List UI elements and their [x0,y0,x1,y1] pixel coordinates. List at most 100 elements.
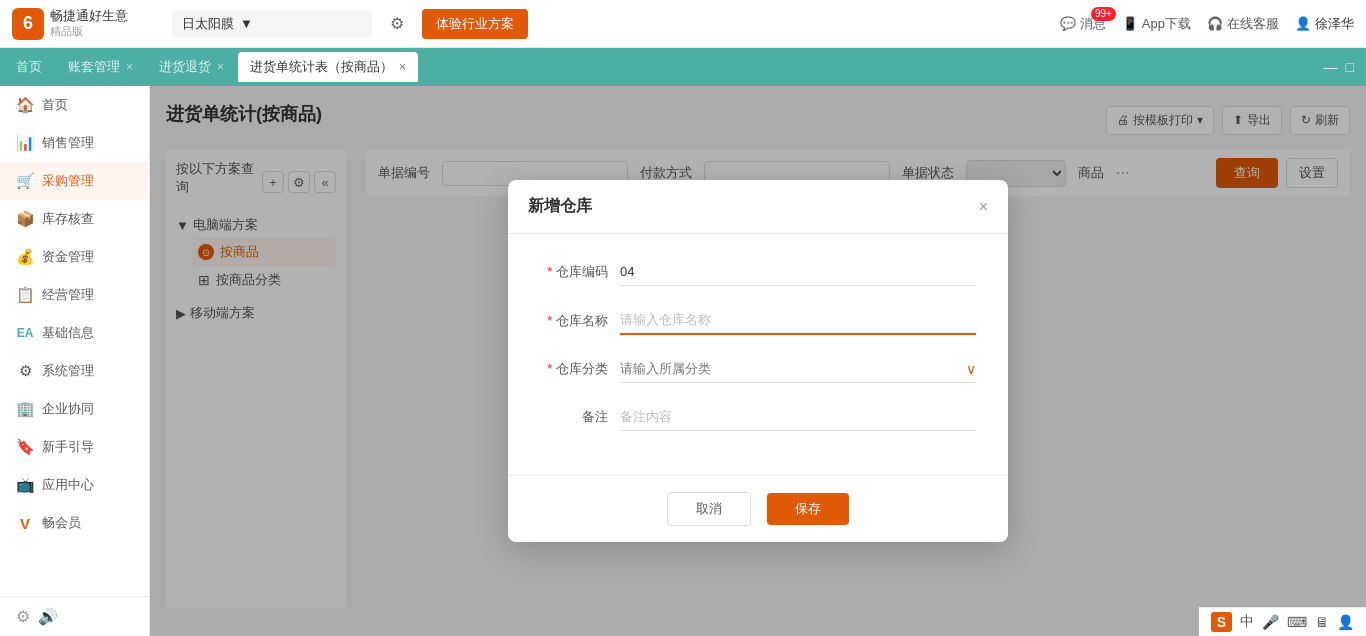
app-download-button[interactable]: 📱 App下载 [1122,15,1191,33]
trial-button[interactable]: 体验行业方案 [422,9,528,39]
tab-purchase-return-close-icon[interactable]: × [217,60,224,74]
modal-title: 新增仓库 [528,196,592,217]
tab-purchase-stats-label: 进货单统计表（按商品） [250,58,393,76]
purchase-icon: 🛒 [16,172,34,190]
tab-purchase-return[interactable]: 进货退货 × [147,52,236,82]
tab-account[interactable]: 账套管理 × [56,52,145,82]
tab-controls: — □ [1324,59,1362,75]
search-text: 日太阳膜 [182,15,234,33]
user-bottom-icon[interactable]: 👤 [1337,614,1354,630]
code-label: 仓库编码 [540,263,620,281]
sidebar-item-home-label: 首页 [42,96,68,114]
sidebar-item-enterprise-label: 企业协同 [42,400,94,418]
sidebar-item-guide-label: 新手引导 [42,438,94,456]
category-select-wrap: ∨ [620,355,976,383]
form-row-name: 仓库名称 [540,306,976,335]
modal-footer: 取消 保存 [508,475,1008,542]
sidebar-item-sales[interactable]: 📊 销售管理 [0,124,149,162]
category-dropdown-icon[interactable]: ∨ [966,361,976,377]
modal-close-button[interactable]: × [979,198,988,216]
search-arrow-icon: ▼ [240,16,253,31]
sidebar-item-system-label: 系统管理 [42,362,94,380]
logo-area: 6 畅捷通好生意 精品版 [12,8,162,40]
save-button[interactable]: 保存 [767,493,849,525]
system-icon: ⚙ [16,362,34,380]
cancel-button[interactable]: 取消 [667,492,751,526]
logo-subtitle: 精品版 [50,24,128,39]
display-icon[interactable]: 🖥 [1315,614,1329,630]
sidebar-item-finance[interactable]: 💰 资金管理 [0,238,149,276]
tab-home-label: 首页 [16,58,42,76]
tab-account-label: 账套管理 [68,58,120,76]
message-badge: 99+ [1091,7,1116,21]
keyboard-icon[interactable]: ⌨ [1287,614,1307,630]
header-center: 日太阳膜 ▼ ⚙ 体验行业方案 [162,9,1060,39]
tab-purchase-stats[interactable]: 进货单统计表（按商品） × [238,52,418,82]
name-input[interactable] [620,306,976,335]
sidebar-item-guide[interactable]: 🔖 新手引导 [0,428,149,466]
sidebar-item-app-center[interactable]: 📺 应用中心 [0,466,149,504]
sales-icon: 📊 [16,134,34,152]
tab-account-close-icon[interactable]: × [126,60,133,74]
message-icon: 💬 [1060,16,1076,31]
form-row-remark: 备注 [540,403,976,431]
logo-icon: 6 [12,8,44,40]
category-input[interactable] [620,355,966,382]
basic-icon: EA [16,326,34,340]
operation-icon: 📋 [16,286,34,304]
form-row-code: 仓库编码 [540,258,976,286]
service-button[interactable]: 🎧 在线客服 [1207,15,1279,33]
user-avatar-icon: 👤 [1295,16,1311,31]
inventory-icon: 📦 [16,210,34,228]
sidebar-item-member[interactable]: V 畅会员 [0,504,149,542]
form-row-category: 仓库分类 ∨ [540,355,976,383]
app-label: App下载 [1142,15,1191,33]
content-area: 进货单统计(按商品) 🖨 按模板打印 ▾ ⬆ 导出 ↻ 刷新 [150,86,1366,636]
category-label: 仓库分类 [540,360,620,378]
gear-button[interactable]: ⚙ [382,9,412,39]
logo-title: 畅捷通好生意 [50,8,128,25]
sidebar-item-operation[interactable]: 📋 经营管理 [0,276,149,314]
sidebar-item-basic-label: 基础信息 [42,324,94,342]
volume-icon[interactable]: 🔊 [38,607,58,626]
bottom-logo: S [1211,612,1232,632]
enterprise-icon: 🏢 [16,400,34,418]
tab-purchase-return-label: 进货退货 [159,58,211,76]
sidebar-item-operation-label: 经营管理 [42,286,94,304]
service-label: 在线客服 [1227,15,1279,33]
sidebar-item-app-center-label: 应用中心 [42,476,94,494]
sidebar-item-home[interactable]: 🏠 首页 [0,86,149,124]
chinese-input-icon[interactable]: 中 [1240,613,1254,631]
finance-icon: 💰 [16,248,34,266]
sidebar-item-basic[interactable]: EA 基础信息 [0,314,149,352]
home-icon: 🏠 [16,96,34,114]
sidebar-item-sales-label: 销售管理 [42,134,94,152]
minimize-button[interactable]: — [1324,59,1338,75]
code-input[interactable] [620,258,976,286]
top-header: 6 畅捷通好生意 精品版 日太阳膜 ▼ ⚙ 体验行业方案 💬 消息 99+ 📱 … [0,0,1366,48]
sidebar-item-member-label: 畅会员 [42,514,81,532]
gear-icon: ⚙ [390,14,404,33]
settings-bottom-icon[interactable]: ⚙ [16,607,30,626]
search-selector[interactable]: 日太阳膜 ▼ [172,11,372,37]
remark-input[interactable] [620,403,976,431]
bottom-status-bar: S 中 🎤 ⌨ 🖥 👤 [1199,607,1366,636]
sidebar-item-inventory[interactable]: 📦 库存核查 [0,200,149,238]
modal-body: 仓库编码 仓库名称 仓库分类 ∨ 备注 [508,234,1008,475]
mic-icon[interactable]: 🎤 [1262,614,1279,630]
sidebar-item-system[interactable]: ⚙ 系统管理 [0,352,149,390]
guide-icon: 🔖 [16,438,34,456]
sidebar-item-enterprise[interactable]: 🏢 企业协同 [0,390,149,428]
maximize-button[interactable]: □ [1346,59,1354,75]
message-button[interactable]: 💬 消息 99+ [1060,15,1106,33]
user-name: 徐泽华 [1315,15,1354,33]
add-warehouse-modal: 新增仓库 × 仓库编码 仓库名称 仓库分类 [508,180,1008,542]
tab-home[interactable]: 首页 [4,52,54,82]
tab-purchase-stats-close-icon[interactable]: × [399,60,406,74]
sidebar-item-purchase[interactable]: 🛒 采购管理 [0,162,149,200]
sidebar-bottom: ⚙ 🔊 [0,596,149,636]
user-menu[interactable]: 👤 徐泽华 [1295,15,1354,33]
main-layout: 🏠 首页 📊 销售管理 🛒 采购管理 📦 库存核查 💰 资金管理 📋 经营管理 … [0,86,1366,636]
header-right: 💬 消息 99+ 📱 App下载 🎧 在线客服 👤 徐泽华 [1060,15,1354,33]
remark-label: 备注 [540,408,620,426]
